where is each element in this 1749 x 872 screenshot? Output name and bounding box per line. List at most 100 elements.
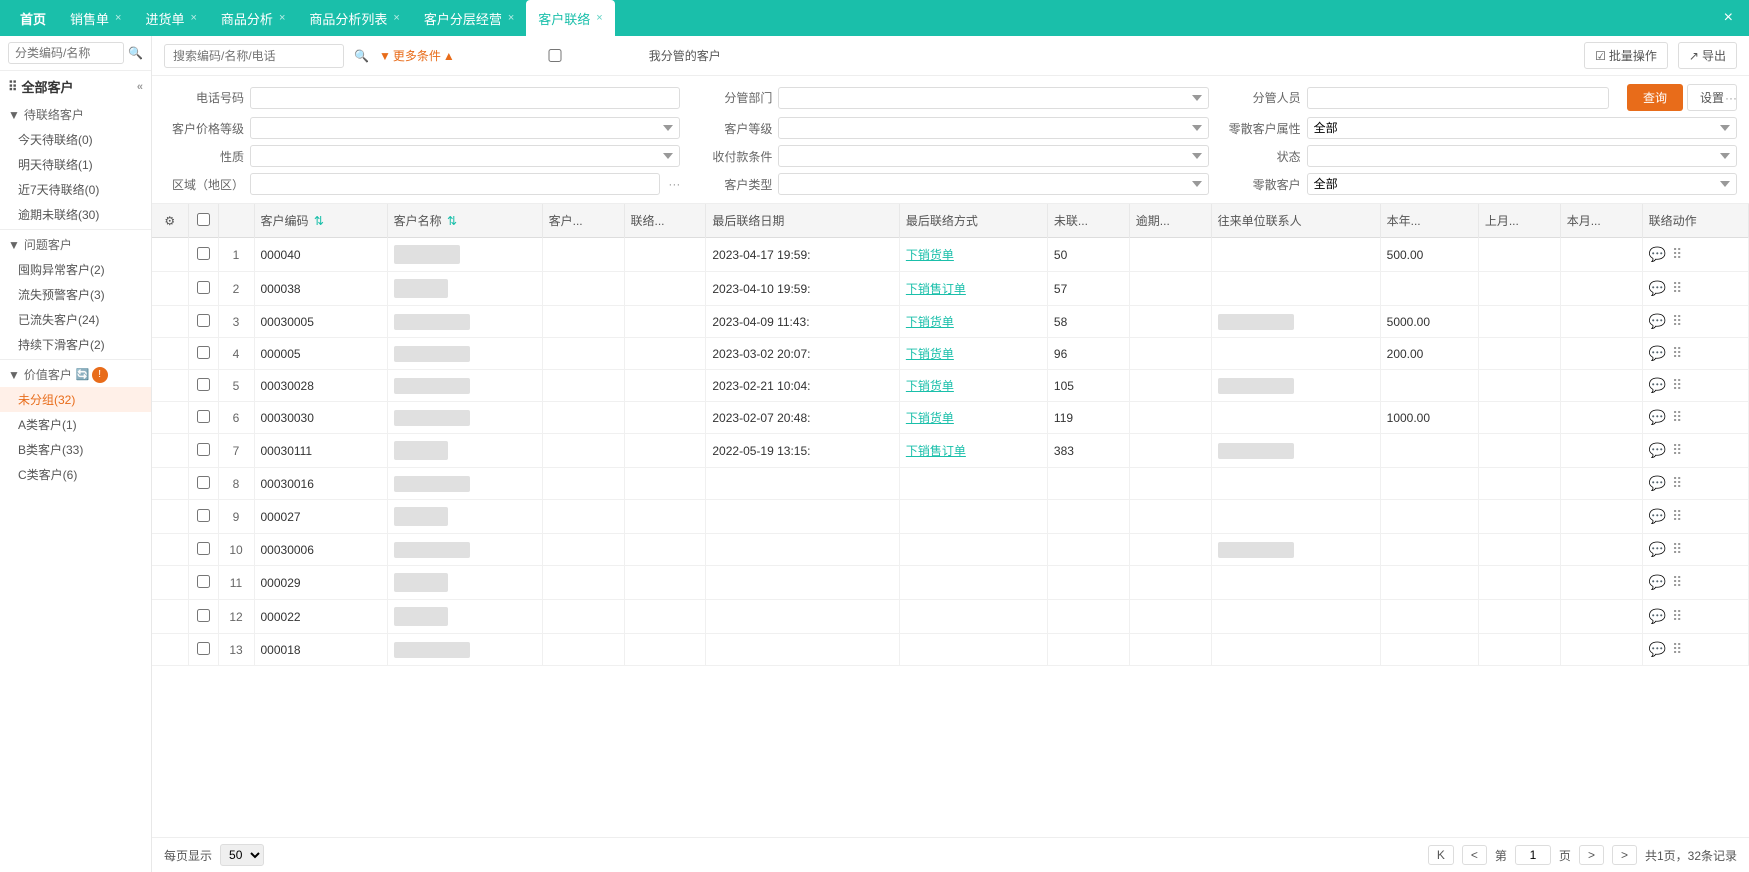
chat-icon[interactable]: 💬 <box>1649 377 1666 394</box>
sidebar-item-today-pending[interactable]: 今天待联络(0) <box>0 127 151 152</box>
page-input[interactable] <box>1515 845 1551 865</box>
tab-customer-tier[interactable]: 客户分层经营 × <box>412 0 526 36</box>
sidebar-item-class-c[interactable]: C类客户(6) <box>0 462 151 487</box>
grid-action-icon[interactable]: ⠿ <box>1672 574 1682 591</box>
sidebar-item-unclassified[interactable]: 未分组(32) <box>0 387 151 412</box>
row-checkbox[interactable] <box>197 509 210 522</box>
chat-icon[interactable]: 💬 <box>1649 442 1666 459</box>
th-settings[interactable]: ⚙ <box>152 204 188 238</box>
close-sales-tab[interactable]: × <box>115 12 121 24</box>
sidebar-item-class-b[interactable]: B类客户(33) <box>0 437 151 462</box>
row-checkbox[interactable] <box>197 410 210 423</box>
prev-page-button[interactable]: < <box>1462 845 1487 865</box>
contact-method-link[interactable]: 下销售订单 <box>906 444 966 458</box>
sidebar-item-declining[interactable]: 持续下滑客户(2) <box>0 332 151 357</box>
last-page-button[interactable]: > <box>1612 845 1637 865</box>
sidebar-item-7days-pending[interactable]: 近7天待联络(0) <box>0 177 151 202</box>
staff-input[interactable] <box>1307 87 1609 109</box>
chat-icon[interactable]: 💬 <box>1649 409 1666 426</box>
chat-icon[interactable]: 💬 <box>1649 508 1666 525</box>
row-checkbox[interactable] <box>197 476 210 489</box>
contact-method-link[interactable]: 下销货单 <box>906 347 954 361</box>
close-customer-tier-tab[interactable]: × <box>508 12 514 24</box>
row-checkbox[interactable] <box>197 609 210 622</box>
chat-icon[interactable]: 💬 <box>1649 313 1666 330</box>
grid-action-icon[interactable]: ⠿ <box>1672 246 1682 263</box>
row-checkbox[interactable] <box>197 443 210 456</box>
tab-product-analysis-list[interactable]: 商品分析列表 × <box>297 0 411 36</box>
grid-action-icon[interactable]: ⠿ <box>1672 280 1682 297</box>
close-customer-contact-tab[interactable]: × <box>596 12 602 24</box>
row-checkbox[interactable] <box>197 378 210 391</box>
sidebar-item-tomorrow-pending[interactable]: 明天待联络(1) <box>0 152 151 177</box>
row-checkbox[interactable] <box>197 314 210 327</box>
sidebar-item-churn-warning[interactable]: 流失预警客户(3) <box>0 282 151 307</box>
problem-customers-group[interactable]: ▼ 问题客户 <box>0 232 151 257</box>
tab-sales[interactable]: 销售单 × <box>58 0 133 36</box>
phone-input[interactable] <box>250 87 680 109</box>
export-button[interactable]: ↗ 导出 <box>1678 42 1737 69</box>
price-level-select[interactable] <box>250 117 680 139</box>
retail-attr-select[interactable]: 全部 <box>1307 117 1737 139</box>
sidebar-item-churned[interactable]: 已流失客户(24) <box>0 307 151 332</box>
chat-icon[interactable]: 💬 <box>1649 541 1666 558</box>
dept-select[interactable] <box>778 87 1208 109</box>
window-close-button[interactable]: × <box>1716 9 1741 27</box>
sidebar-item-hoarding-anomaly[interactable]: 囤购异常客户(2) <box>0 257 151 282</box>
chat-icon[interactable]: 💬 <box>1649 246 1666 263</box>
sidebar-item-overdue[interactable]: 逾期未联络(30) <box>0 202 151 227</box>
batch-operations-button[interactable]: ☑ 批量操作 <box>1584 42 1668 69</box>
my-customers-checkbox[interactable] <box>465 49 645 62</box>
grid-action-icon[interactable]: ⠿ <box>1672 541 1682 558</box>
contact-method-link[interactable]: 下销货单 <box>906 248 954 262</box>
search-input[interactable] <box>164 44 344 68</box>
next-page-button[interactable]: > <box>1579 845 1604 865</box>
row-checkbox[interactable] <box>197 575 210 588</box>
first-page-button[interactable]: K <box>1428 845 1454 865</box>
tab-purchase[interactable]: 进货单 × <box>133 0 208 36</box>
value-customers-group[interactable]: ▼ 价值客户 🔄 ! <box>0 362 151 387</box>
grid-action-icon[interactable]: ⠿ <box>1672 377 1682 394</box>
grid-action-icon[interactable]: ⠿ <box>1672 608 1682 625</box>
grid-action-icon[interactable]: ⠿ <box>1672 641 1682 658</box>
grid-action-icon[interactable]: ⠿ <box>1672 345 1682 362</box>
contact-method-link[interactable]: 下销货单 <box>906 379 954 393</box>
customer-type-select[interactable] <box>778 173 1208 195</box>
value-refresh-icon[interactable]: 🔄 <box>76 368 90 381</box>
row-checkbox[interactable] <box>197 642 210 655</box>
more-filters-button[interactable]: ▼ 更多条件 ▲ <box>379 47 455 64</box>
tab-customer-contact[interactable]: 客户联络 × <box>526 0 614 36</box>
chat-icon[interactable]: 💬 <box>1649 475 1666 492</box>
grid-action-icon[interactable]: ⠿ <box>1672 475 1682 492</box>
page-size-select[interactable]: 50 <box>220 844 264 866</box>
close-product-analysis-tab[interactable]: × <box>279 12 285 24</box>
sidebar-collapse-icon[interactable]: « <box>137 81 143 93</box>
sidebar-search-icon[interactable]: 🔍 <box>128 46 143 60</box>
pending-contact-group[interactable]: ▼ 待联络客户 <box>0 102 151 127</box>
tab-product-analysis[interactable]: 商品分析 × <box>209 0 297 36</box>
th-customer-name[interactable]: 客户名称 ⇅ <box>387 204 542 238</box>
chat-icon[interactable]: 💬 <box>1649 345 1666 362</box>
grid-action-icon[interactable]: ⠿ <box>1672 442 1682 459</box>
contact-method-link[interactable]: 下销货单 <box>906 315 954 329</box>
tab-home[interactable]: 首页 <box>8 0 58 36</box>
search-icon[interactable]: 🔍 <box>354 49 369 63</box>
row-checkbox[interactable] <box>197 281 210 294</box>
customer-level-select[interactable] <box>778 117 1208 139</box>
retail-customer-select[interactable]: 全部 <box>1307 173 1737 195</box>
row-checkbox[interactable] <box>197 542 210 555</box>
sidebar-search-input[interactable] <box>8 42 124 64</box>
region-more-icon[interactable]: ··· <box>668 177 680 191</box>
staff-more-icon[interactable]: ··· <box>1725 91 1737 105</box>
payment-select[interactable] <box>778 145 1208 167</box>
gender-select[interactable] <box>250 145 680 167</box>
select-all-checkbox[interactable] <box>197 213 210 226</box>
th-customer-code[interactable]: 客户编码 ⇅ <box>254 204 387 238</box>
status-select[interactable] <box>1307 145 1737 167</box>
grid-action-icon[interactable]: ⠿ <box>1672 409 1682 426</box>
close-purchase-tab[interactable]: × <box>190 12 196 24</box>
grid-action-icon[interactable]: ⠿ <box>1672 313 1682 330</box>
chat-icon[interactable]: 💬 <box>1649 608 1666 625</box>
region-input[interactable] <box>250 173 660 195</box>
grid-action-icon[interactable]: ⠿ <box>1672 508 1682 525</box>
